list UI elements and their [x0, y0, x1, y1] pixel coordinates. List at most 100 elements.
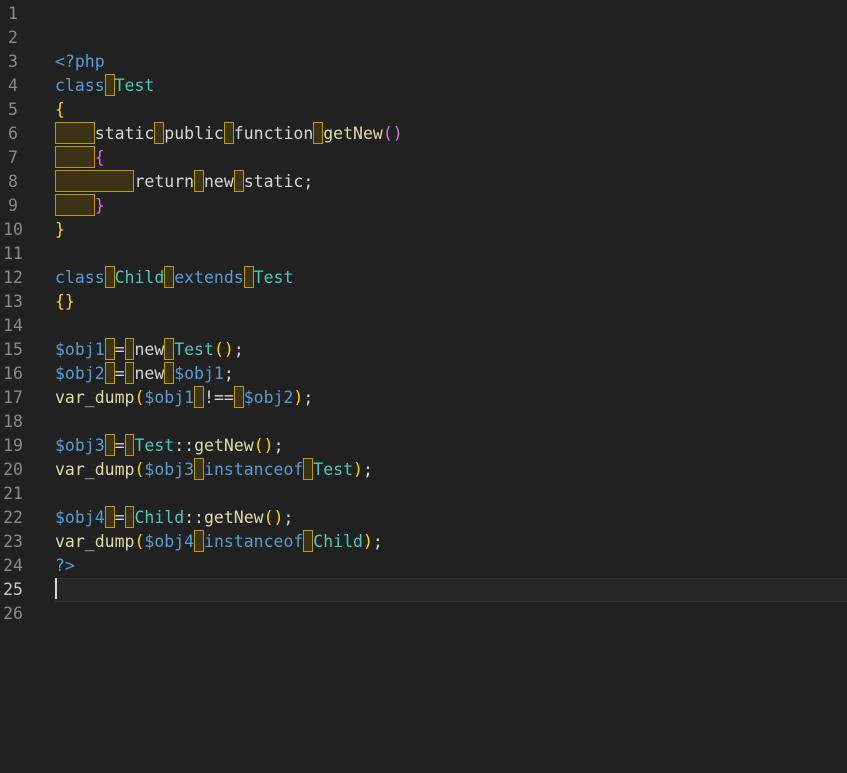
line-number[interactable]: 20: [0, 458, 26, 482]
code-line[interactable]: 4 class Test: [0, 74, 847, 98]
line-number[interactable]: 2: [0, 26, 26, 50]
code-line-content[interactable]: [55, 2, 847, 26]
highlighted-whitespace-box: [243, 266, 254, 288]
code-line-content[interactable]: [55, 314, 847, 338]
code-token: =: [114, 436, 125, 455]
code-line-content[interactable]: [55, 578, 847, 602]
code-line[interactable]: 17 var_dump($obj1 !== $obj2);: [0, 386, 847, 410]
code-line[interactable]: 19 $obj3 = Test::getNew();: [0, 434, 847, 458]
code-line-content[interactable]: ?>: [55, 554, 847, 578]
code-line[interactable]: 1: [0, 2, 847, 26]
code-token: getNew: [204, 508, 264, 527]
code-line[interactable]: 11: [0, 242, 847, 266]
code-line[interactable]: 13 {}: [0, 290, 847, 314]
code-line-content[interactable]: var_dump($obj4 instanceof Child);: [55, 530, 847, 554]
code-token: ;: [303, 388, 314, 407]
code-line-content[interactable]: {: [55, 98, 847, 122]
code-editor[interactable]: 1 2 3 <?php 4 class Test 5{6 static public functio…: [0, 0, 847, 773]
code-line-content[interactable]: [55, 410, 847, 434]
code-line[interactable]: 16 $obj2 = new $obj1;: [0, 362, 847, 386]
line-number[interactable]: 17: [0, 386, 26, 410]
line-number[interactable]: 11: [0, 242, 26, 266]
code-token: ): [353, 460, 363, 479]
code-line[interactable]: 22 $obj4 = Child::getNew();: [0, 506, 847, 530]
code-line[interactable]: 21: [0, 482, 847, 506]
code-line-content[interactable]: class Child extends Test: [55, 266, 847, 290]
code-line[interactable]: 8 return new static;: [0, 170, 847, 194]
highlighted-whitespace-box: [164, 266, 175, 288]
code-line-content[interactable]: {}: [55, 290, 847, 314]
highlighted-whitespace-box: [55, 194, 95, 216]
code-line-content[interactable]: }: [55, 218, 847, 242]
code-line[interactable]: 18: [0, 410, 847, 434]
line-number[interactable]: 13: [0, 290, 26, 314]
code-line-content[interactable]: [55, 242, 847, 266]
line-number[interactable]: 10: [0, 218, 26, 242]
code-line[interactable]: 26: [0, 602, 847, 626]
code-line[interactable]: 23 var_dump($obj4 instanceof Child);: [0, 530, 847, 554]
line-number[interactable]: 21: [0, 482, 26, 506]
line-number[interactable]: 23: [0, 530, 26, 554]
code-token: Test: [253, 268, 294, 287]
code-token: $obj1: [55, 340, 105, 359]
code-line-content[interactable]: class Test: [55, 74, 847, 98]
code-line[interactable]: 6 static public function getNew(): [0, 122, 847, 146]
line-number[interactable]: 14: [0, 314, 26, 338]
line-number[interactable]: 22: [0, 506, 26, 530]
code-line-content[interactable]: [55, 602, 847, 626]
code-line-content[interactable]: return new static;: [55, 170, 847, 194]
line-number[interactable]: 24: [0, 554, 26, 578]
line-number[interactable]: 4: [0, 74, 26, 98]
code-line[interactable]: 9}: [0, 194, 847, 218]
code-line-content[interactable]: static public function getNew(): [55, 122, 847, 146]
code-token: (): [382, 124, 403, 143]
code-line[interactable]: 7{: [0, 146, 847, 170]
code-line-content[interactable]: var_dump($obj3 instanceof Test);: [55, 458, 847, 482]
line-number[interactable]: 25: [0, 578, 26, 602]
line-number[interactable]: 7: [0, 146, 26, 170]
code-token: return: [134, 172, 195, 191]
code-line-content[interactable]: $obj1 = new Test();: [55, 338, 847, 362]
line-number[interactable]: 12: [0, 266, 26, 290]
code-token: getNew: [194, 436, 254, 455]
code-line-content[interactable]: $obj2 = new $obj1;: [55, 362, 847, 386]
code-line-content[interactable]: [55, 482, 847, 506]
code-line-content[interactable]: {: [55, 146, 847, 170]
highlighted-whitespace-box: [223, 122, 234, 144]
line-number[interactable]: 26: [0, 602, 26, 626]
code-line-content[interactable]: var_dump($obj1 !== $obj2);: [55, 386, 847, 410]
code-token: (: [134, 388, 145, 407]
code-line[interactable]: 3 <?php: [0, 50, 847, 74]
line-number[interactable]: 9: [0, 194, 26, 218]
code-line-content[interactable]: }: [55, 194, 847, 218]
code-token: getNew: [323, 124, 383, 143]
code-line[interactable]: 25: [0, 578, 847, 602]
highlighted-whitespace-box: [124, 434, 135, 456]
code-line[interactable]: 5{: [0, 98, 847, 122]
code-line[interactable]: 10}: [0, 218, 847, 242]
code-line[interactable]: 24 ?>: [0, 554, 847, 578]
highlighted-whitespace-box: [104, 74, 115, 96]
line-number[interactable]: 5: [0, 98, 26, 122]
text-cursor: [55, 578, 57, 599]
line-number[interactable]: 16: [0, 362, 26, 386]
code-token: $obj2: [243, 388, 294, 407]
highlighted-whitespace-box: [104, 362, 115, 384]
code-line-content[interactable]: $obj4 = Child::getNew();: [55, 506, 847, 530]
line-number[interactable]: 3: [0, 50, 26, 74]
line-number[interactable]: 6: [0, 122, 26, 146]
code-line[interactable]: 14: [0, 314, 847, 338]
code-line[interactable]: 20 var_dump($obj3 instanceof Test);: [0, 458, 847, 482]
code-line[interactable]: 12 class Child extends Test: [0, 266, 847, 290]
line-number[interactable]: 19: [0, 434, 26, 458]
code-line-content[interactable]: $obj3 = Test::getNew();: [55, 434, 847, 458]
code-line-content[interactable]: <?php: [55, 50, 847, 74]
line-number[interactable]: 1: [0, 2, 26, 26]
code-token: Child: [134, 508, 185, 527]
line-number[interactable]: 15: [0, 338, 26, 362]
code-line[interactable]: 15 $obj1 = new Test();: [0, 338, 847, 362]
line-number[interactable]: 8: [0, 170, 26, 194]
line-number[interactable]: 18: [0, 410, 26, 434]
code-line-content[interactable]: [55, 26, 847, 50]
code-line[interactable]: 2: [0, 26, 847, 50]
